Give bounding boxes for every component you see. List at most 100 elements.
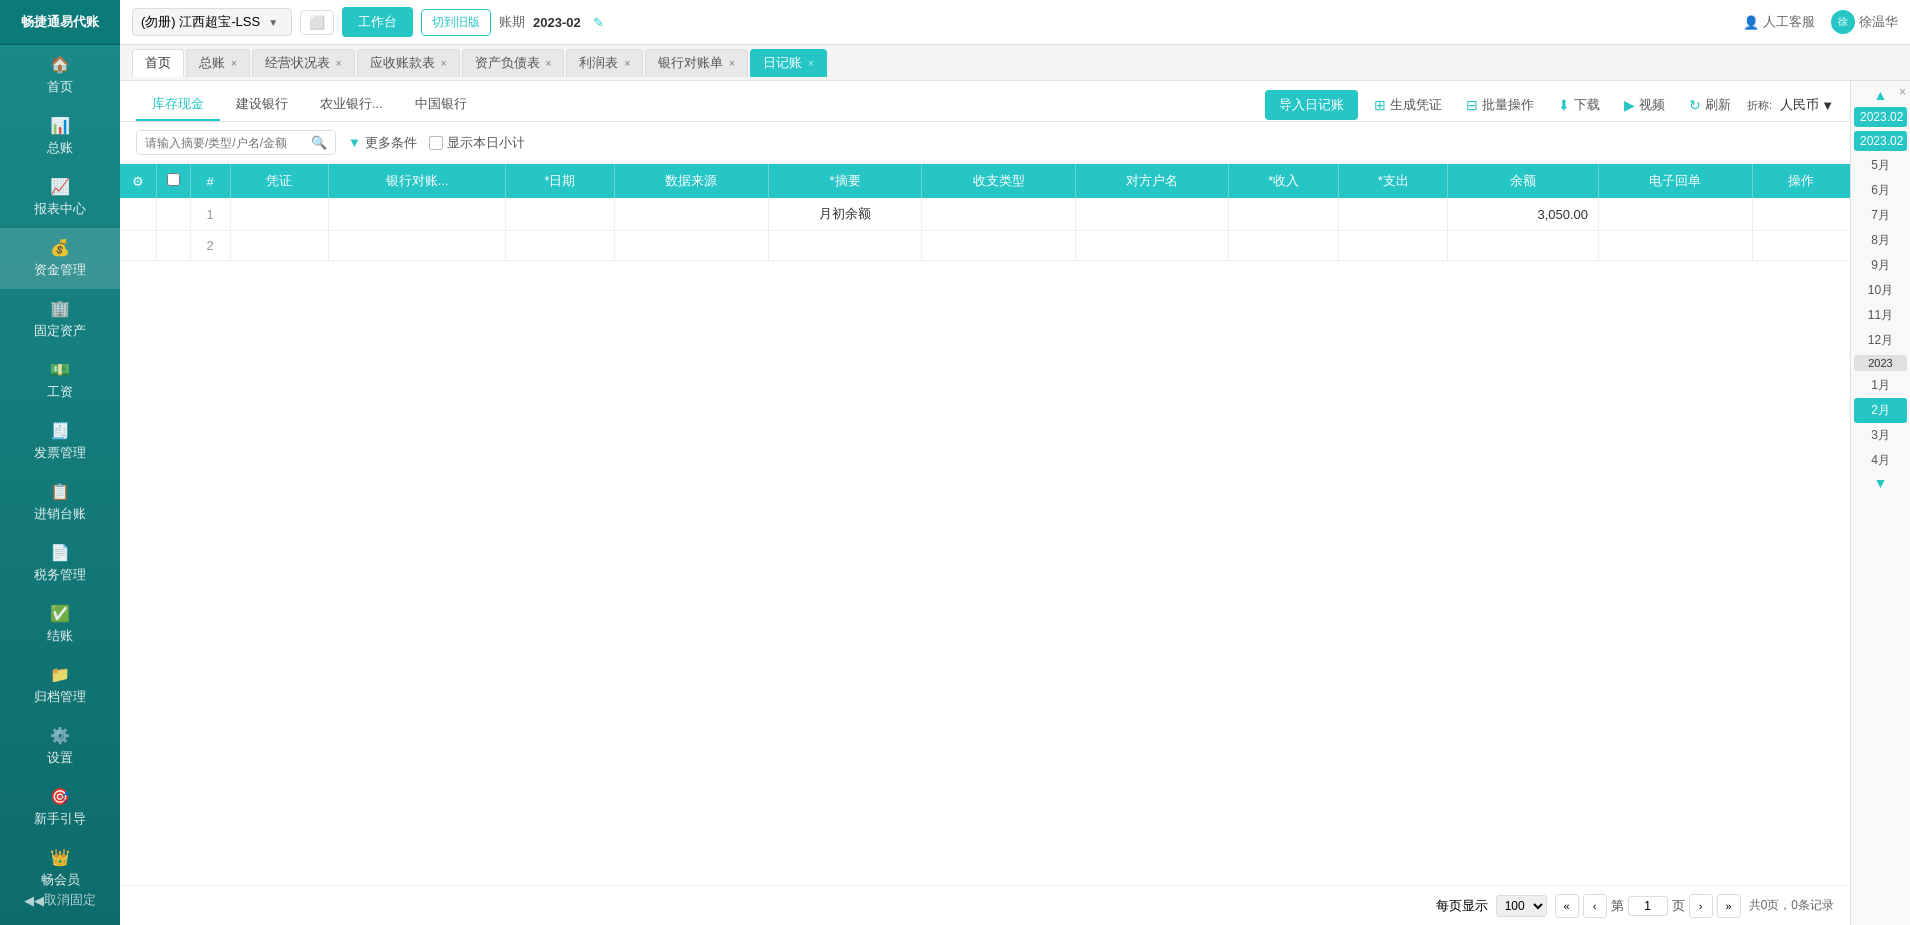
select-all-checkbox[interactable] (167, 173, 180, 186)
tab-assets-close[interactable]: × (546, 58, 552, 69)
date-panel-month-9[interactable]: 9月 (1854, 253, 1907, 278)
batch-op-icon: ⊟ (1466, 97, 1478, 113)
sidebar-item-guide[interactable]: 🎯 新手引导 (0, 777, 120, 838)
salary-icon: 💵 (50, 360, 70, 379)
sub-tabbar: 库存现金 建设银行 农业银行... 中国银行 导入日记账 ⊞ 生成凭证 (120, 81, 1850, 122)
sidebar-item-asset[interactable]: 🏢 固定资产 (0, 289, 120, 350)
prev-page-button[interactable]: ‹ (1583, 894, 1607, 918)
page-number-input[interactable] (1628, 896, 1668, 916)
td-action (1752, 198, 1850, 231)
date-panel-month-8[interactable]: 8月 (1854, 228, 1907, 253)
search-icon[interactable]: 🔍 (311, 135, 327, 150)
settings-icon: ⚙️ (50, 726, 70, 745)
tab-profit-close[interactable]: × (624, 58, 630, 69)
date-panel-month-2[interactable]: 2月 (1854, 398, 1907, 423)
date-panel-close-button[interactable]: × (1899, 85, 1906, 99)
search-wrap[interactable]: 🔍 (136, 130, 336, 155)
th-checkbox[interactable] (156, 164, 190, 198)
sidebar-item-archive[interactable]: 📁 归档管理 (0, 655, 120, 716)
refresh-action[interactable]: ↻ 刷新 (1681, 92, 1739, 118)
th-counterparty: 对方户名 (1075, 164, 1229, 198)
user-service[interactable]: 👤 人工客服 (1743, 13, 1815, 31)
date-panel-year-header2: 2023.02 (1854, 131, 1907, 151)
first-page-button[interactable]: « (1555, 894, 1579, 918)
generate-voucher-icon: ⊞ (1374, 97, 1386, 113)
date-nav-up[interactable]: ▲ (1872, 85, 1890, 105)
th-date: *日期 (505, 164, 615, 198)
td-balance (1448, 231, 1599, 261)
page-label: 第 (1611, 897, 1624, 915)
switch-old-button[interactable]: 切到旧版 (421, 9, 491, 36)
tab-bankbook[interactable]: 银行对账单 × (645, 49, 748, 77)
date-panel-month-5[interactable]: 5月 (1854, 153, 1907, 178)
page-size-select[interactable]: 10 20 50 100 (1496, 895, 1547, 917)
sub-tab-ccb[interactable]: 建设银行 (220, 89, 304, 121)
daily-sum-checkbox[interactable] (429, 136, 443, 150)
date-panel-month-7[interactable]: 7月 (1854, 203, 1907, 228)
tab-ledger[interactable]: 总账 × (186, 49, 250, 77)
batch-op-action[interactable]: ⊟ 批量操作 (1458, 92, 1542, 118)
sidebar-item-home[interactable]: 🏠 首页 (0, 45, 120, 106)
user-info[interactable]: 徐 徐温华 (1831, 10, 1898, 34)
date-panel-month-6[interactable]: 6月 (1854, 178, 1907, 203)
view-action[interactable]: ▶ 视频 (1616, 92, 1673, 118)
generate-voucher-action[interactable]: ⊞ 生成凭证 (1366, 92, 1450, 118)
sidebar-item-settle[interactable]: ✅ 结账 (0, 594, 120, 655)
tab-receivable-close[interactable]: × (441, 58, 447, 69)
sidebar-item-report[interactable]: 📈 报表中心 (0, 167, 120, 228)
date-panel-month-11[interactable]: 11月 (1854, 303, 1907, 328)
app-logo: 畅捷通易代账 (0, 0, 120, 45)
avatar: 徐 (1831, 10, 1855, 34)
th-action: 操作 (1752, 164, 1850, 198)
tab-ledger-close[interactable]: × (231, 58, 237, 69)
download-action[interactable]: ⬇ 下载 (1550, 92, 1608, 118)
th-e-receipt: 电子回单 (1599, 164, 1753, 198)
sidebar-item-ledger[interactable]: 📊 总账 (0, 106, 120, 167)
tab-receivable[interactable]: 应收账款表 × (357, 49, 460, 77)
sidebar-item-fund[interactable]: 💰 资金管理 (0, 228, 120, 289)
tab-assets[interactable]: 资产负债表 × (462, 49, 565, 77)
table-row: 1 月初余额 3,050.00 (120, 198, 1850, 231)
tab-journal-close[interactable]: × (808, 58, 814, 69)
sub-tab-abc[interactable]: 农业银行... (304, 89, 399, 121)
tab-journal[interactable]: 日记账 × (750, 49, 827, 77)
sidebar-item-salesledger[interactable]: 📋 进销台账 (0, 472, 120, 533)
workspace-button[interactable]: 工作台 (342, 7, 413, 37)
copy-button[interactable]: ⬜ (300, 10, 334, 35)
td-bank-contra (329, 198, 505, 231)
date-panel-month-12[interactable]: 12月 (1854, 328, 1907, 353)
currency-select[interactable]: 人民币 ▼ (1780, 96, 1834, 114)
td-date (505, 198, 615, 231)
sidebar-item-settings[interactable]: ⚙️ 设置 (0, 716, 120, 777)
date-panel-month-3[interactable]: 3月 (1854, 423, 1907, 448)
tab-bankbook-close[interactable]: × (729, 58, 735, 69)
td-e-receipt (1599, 198, 1753, 231)
company-selector[interactable]: (勿册) 江西超宝-LSS ▼ (132, 8, 292, 36)
sidebar-item-invoice[interactable]: 🧾 发票管理 (0, 411, 120, 472)
date-nav-down[interactable]: ▼ (1872, 473, 1890, 493)
sub-tab-boc[interactable]: 中国银行 (399, 89, 483, 121)
tab-business-close[interactable]: × (336, 58, 342, 69)
period-edit-icon[interactable]: ✎ (593, 15, 604, 30)
next-page-button[interactable]: › (1689, 894, 1713, 918)
tab-home[interactable]: 首页 (132, 49, 184, 77)
refresh-icon: ↻ (1689, 97, 1701, 113)
search-input[interactable] (145, 136, 307, 150)
sub-tab-cash[interactable]: 库存现金 (136, 89, 220, 121)
import-journal-button[interactable]: 导入日记账 (1265, 90, 1358, 120)
invoice-icon: 🧾 (50, 421, 70, 440)
show-daily-sum[interactable]: 显示本日小计 (429, 134, 525, 152)
date-panel-month-4[interactable]: 4月 (1854, 448, 1907, 473)
filter-more[interactable]: ▼ 更多条件 (348, 134, 417, 152)
th-settings[interactable]: ⚙ (120, 164, 156, 198)
sidebar-item-salary[interactable]: 💵 工资 (0, 350, 120, 411)
date-panel-month-1[interactable]: 1月 (1854, 373, 1907, 398)
settle-icon: ✅ (50, 604, 70, 623)
sidebar-item-tax[interactable]: 📄 税务管理 (0, 533, 120, 594)
date-panel-month-10[interactable]: 10月 (1854, 278, 1907, 303)
archive-icon: 📁 (50, 665, 70, 684)
tab-profit[interactable]: 利润表 × (566, 49, 643, 77)
unpin-button[interactable]: ◀◀ 取消固定 (0, 885, 120, 915)
last-page-button[interactable]: » (1717, 894, 1741, 918)
tab-business[interactable]: 经营状况表 × (252, 49, 355, 77)
